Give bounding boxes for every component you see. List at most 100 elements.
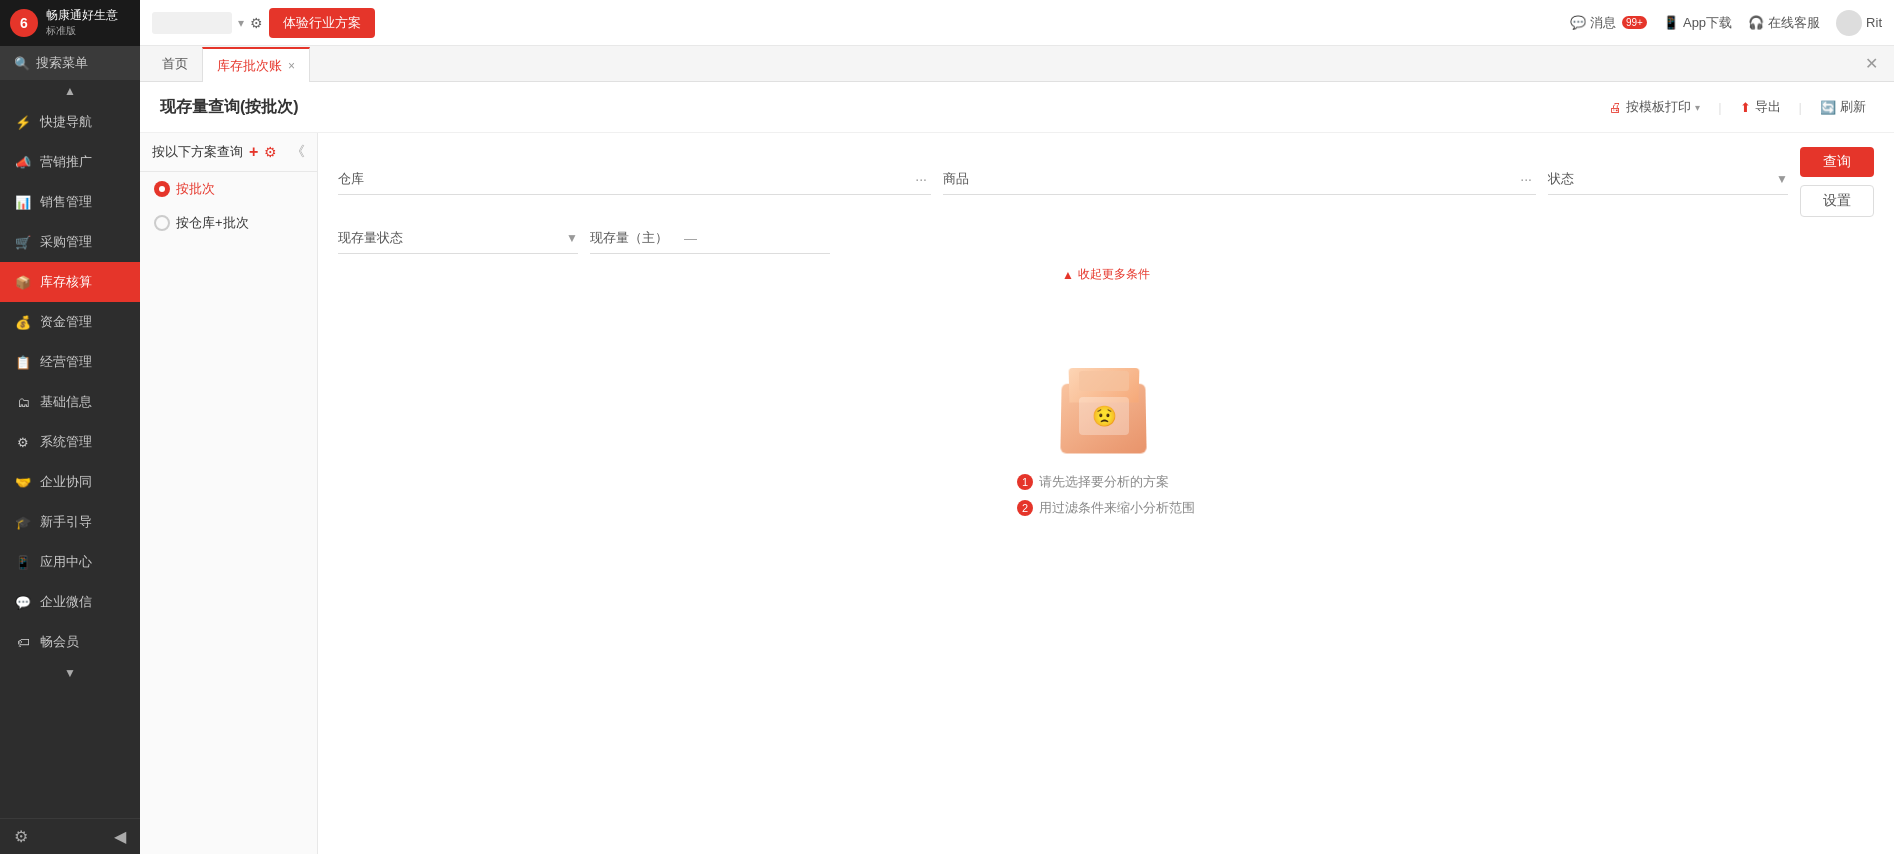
app-download-btn[interactable]: 📱 App下载 [1663, 14, 1732, 32]
sidebar-item-label: 系统管理 [40, 433, 92, 451]
print-icon: 🖨 [1609, 100, 1622, 115]
left-panel-header: 按以下方案查询 + ⚙ 《 [140, 133, 317, 172]
print-dropdown-icon[interactable]: ▾ [1695, 102, 1700, 113]
left-panel-title: 按以下方案查询 [152, 143, 243, 161]
stock-main-label: 现存量（主） [590, 229, 668, 247]
close-all-tabs-btn[interactable]: ✕ [1857, 54, 1886, 73]
trial-btn[interactable]: 体验行业方案 [269, 8, 375, 38]
scheme-warehouse-batch[interactable]: 按仓库+批次 [140, 206, 317, 240]
tab-home[interactable]: 首页 [148, 46, 202, 82]
warehouse-filter: 仓库 ··· [338, 170, 931, 195]
sidebar-item-finance[interactable]: 💰 资金管理 [0, 302, 140, 342]
product-more-btn[interactable]: ··· [1516, 171, 1536, 187]
sidebar-scroll-up[interactable]: ▲ [0, 80, 140, 102]
sidebar-item-collab[interactable]: 🤝 企业协同 [0, 462, 140, 502]
sidebar-brand: 畅康通好生意 标准版 [46, 8, 118, 38]
sidebar-item-system[interactable]: ⚙ 系统管理 [0, 422, 140, 462]
online-service-label: 在线客服 [1768, 14, 1820, 32]
export-btn[interactable]: ⬆ 导出 [1732, 94, 1789, 120]
version-label: 标准版 [46, 24, 118, 38]
stock-status-arrow[interactable]: ▼ [566, 231, 578, 245]
user-avatar-btn[interactable]: Rit [1836, 10, 1882, 36]
sidebar-item-inventory[interactable]: 📦 库存核算 [0, 262, 140, 302]
purchase-icon: 🛒 [14, 233, 32, 251]
sidebar-scroll-down[interactable]: ▼ [0, 662, 140, 684]
sidebar-item-basic[interactable]: 🗂 基础信息 [0, 382, 140, 422]
warehouse-more-btn[interactable]: ··· [911, 171, 931, 187]
print-label: 按模板打印 [1626, 98, 1691, 116]
page-header-actions: 🖨 按模板打印 ▾ | ⬆ 导出 | 🔄 刷新 [1601, 94, 1874, 120]
export-icon: ⬆ [1740, 100, 1751, 115]
empty-state: 😟 1 请先选择要分析的方案 2 用过滤条件来缩小分析范围 [338, 293, 1874, 585]
query-btn[interactable]: 查询 [1800, 147, 1874, 177]
sidebar-item-marketing[interactable]: 📣 营销推广 [0, 142, 140, 182]
sidebar: 6 畅康通好生意 标准版 🔍 搜索菜单 ▲ ⚡ 快捷导航 📣 营销推广 📊 销售… [0, 0, 140, 854]
quick-nav-icon: ⚡ [14, 113, 32, 131]
sidebar-item-ops[interactable]: 📋 经营管理 [0, 342, 140, 382]
sidebar-item-label: 新手引导 [40, 513, 92, 531]
empty-illustration: 😟 [1051, 353, 1161, 453]
left-panel-collapse-icon[interactable]: 《 [291, 143, 305, 161]
message-label: 消息 [1590, 14, 1616, 32]
online-service-btn[interactable]: 🎧 在线客服 [1748, 14, 1820, 32]
topbar-gear-icon[interactable]: ⚙ [250, 15, 263, 31]
sidebar-item-purchase[interactable]: 🛒 采购管理 [0, 222, 140, 262]
company-name: 畅康通好生意 [46, 8, 118, 24]
collapse-icon: ▲ [1062, 268, 1074, 282]
stock-status-label: 现存量状态 [338, 229, 403, 247]
collapse-label: 收起更多条件 [1078, 266, 1150, 283]
sidebar-item-label: 畅会员 [40, 633, 79, 651]
sidebar-item-label: 营销推广 [40, 153, 92, 171]
empty-tip-1: 1 请先选择要分析的方案 [1017, 473, 1195, 491]
sidebar-item-sales[interactable]: 📊 销售管理 [0, 182, 140, 222]
message-btn[interactable]: 💬 消息 99+ [1570, 14, 1647, 32]
settings-footer-icon[interactable]: ⚙ [14, 827, 28, 846]
scheme-batch[interactable]: 按批次 [140, 172, 317, 206]
tab-close-btn[interactable]: × [288, 59, 295, 73]
scheme-settings-icon[interactable]: ⚙ [264, 144, 277, 160]
sidebar-header: 6 畅康通好生意 标准版 [0, 0, 140, 46]
sidebar-item-label: 经营管理 [40, 353, 92, 371]
tab-inventory-batch[interactable]: 库存批次账 × [202, 47, 310, 83]
sidebar-item-quick-nav[interactable]: ⚡ 快捷导航 [0, 102, 140, 142]
product-filter: 商品 ··· [943, 170, 1536, 195]
warehouse-input[interactable] [372, 171, 911, 186]
right-panel: 仓库 ··· 商品 ··· 状态 ▼ 查询 [318, 133, 1894, 854]
stock-main-dash: — [676, 231, 705, 246]
inventory-icon: 📦 [14, 273, 32, 291]
sidebar-item-app[interactable]: 📱 应用中心 [0, 542, 140, 582]
scheme-dot [154, 215, 170, 231]
filter-row-2: 现存量状态 ▼ 现存量（主） — [338, 229, 1874, 254]
sidebar-item-wechat[interactable]: 💬 企业微信 [0, 582, 140, 622]
headset-icon: 🎧 [1748, 15, 1764, 30]
sidebar-item-member[interactable]: 🏷 畅会员 [0, 622, 140, 662]
print-btn[interactable]: 🖨 按模板打印 ▾ [1601, 94, 1708, 120]
empty-icon-wrap: 😟 [1051, 353, 1161, 453]
tip-text-2: 用过滤条件来缩小分析范围 [1039, 499, 1195, 517]
breadcrumb-dropdown-icon[interactable]: ▾ [238, 16, 244, 30]
tab-home-label: 首页 [162, 55, 188, 73]
collapse-sidebar-icon[interactable]: ◀ [114, 827, 126, 846]
setting-btn[interactable]: 设置 [1800, 185, 1874, 217]
message-badge: 99+ [1622, 16, 1647, 29]
avatar [1836, 10, 1862, 36]
divider: | [1718, 100, 1721, 115]
sidebar-item-guide[interactable]: 🎓 新手引导 [0, 502, 140, 542]
tip-text-1: 请先选择要分析的方案 [1039, 473, 1169, 491]
refresh-btn[interactable]: 🔄 刷新 [1812, 94, 1874, 120]
collapse-row[interactable]: ▲ 收起更多条件 [338, 266, 1874, 283]
tip-number-1: 1 [1017, 474, 1033, 490]
sidebar-item-label: 企业协同 [40, 473, 92, 491]
scheme-label: 按仓库+批次 [176, 214, 249, 232]
add-scheme-icon[interactable]: + [249, 143, 258, 161]
breadcrumb-input[interactable] [152, 12, 232, 34]
status-arrow[interactable]: ▼ [1776, 172, 1788, 186]
basic-icon: 🗂 [14, 393, 32, 411]
app-download-label: App下载 [1683, 14, 1732, 32]
product-input[interactable] [977, 171, 1516, 186]
sidebar-search[interactable]: 🔍 搜索菜单 [0, 46, 140, 80]
content-area: 现存量查询(按批次) 🖨 按模板打印 ▾ | ⬆ 导出 | 🔄 刷新 [140, 82, 1894, 854]
ops-icon: 📋 [14, 353, 32, 371]
filter-row-1: 仓库 ··· 商品 ··· 状态 ▼ 查询 [338, 147, 1874, 217]
export-label: 导出 [1755, 98, 1781, 116]
